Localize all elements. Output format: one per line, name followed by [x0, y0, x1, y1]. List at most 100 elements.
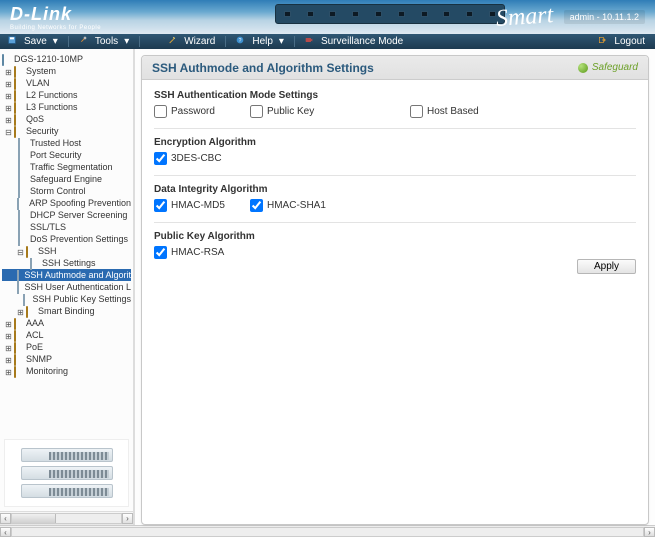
- page-icon: [18, 234, 20, 246]
- logout-button[interactable]: Logout: [598, 36, 655, 48]
- settings-panel: SSH Authmode and Algorithm Settings Safe…: [141, 55, 649, 525]
- tree-ssh-authmode[interactable]: SSH Authmode and Algorit: [2, 269, 131, 281]
- host-based-option[interactable]: Host Based: [410, 105, 506, 118]
- expand-icon[interactable]: ⊞: [4, 343, 13, 352]
- top-banner: D-Link Building Networks for People Smar…: [0, 0, 655, 34]
- tree-dos-prev[interactable]: DoS Prevention Settings: [2, 233, 131, 245]
- tree-trusted-host[interactable]: Trusted Host: [2, 137, 131, 149]
- tree-port-security[interactable]: Port Security: [2, 149, 131, 161]
- password-checkbox[interactable]: [154, 105, 167, 118]
- sidebar-hscrollbar[interactable]: ‹ ›: [0, 511, 133, 525]
- public-key-option[interactable]: Public Key: [250, 105, 410, 118]
- page-icon: [18, 186, 20, 198]
- hmac-sha1-checkbox[interactable]: [250, 199, 263, 212]
- caret-down-icon: ▾: [124, 36, 129, 47]
- wizard-button[interactable]: Wizard: [160, 34, 223, 49]
- expand-icon[interactable]: ⊞: [4, 115, 13, 124]
- save-menu[interactable]: Save ▾: [0, 34, 66, 49]
- expand-icon[interactable]: ⊞: [16, 307, 25, 316]
- apply-button[interactable]: Apply: [577, 259, 636, 274]
- tree-snmp[interactable]: ⊞ SNMP: [2, 353, 131, 365]
- tree-storm-control[interactable]: Storm Control: [2, 185, 131, 197]
- hmac-rsa-checkbox[interactable]: [154, 246, 167, 259]
- tree-qos[interactable]: ⊞ QoS: [2, 113, 131, 125]
- hmac-sha1-option[interactable]: HMAC-SHA1: [250, 199, 346, 212]
- camera-icon: [305, 36, 317, 48]
- tree-l3[interactable]: ⊞ L3 Functions: [2, 101, 131, 113]
- tree-dhcp-screening[interactable]: DHCP Server Screening: [2, 209, 131, 221]
- page-hscrollbar[interactable]: ‹ ›: [0, 525, 655, 537]
- tree-system[interactable]: ⊞ System: [2, 65, 131, 77]
- expand-icon[interactable]: ⊞: [4, 331, 13, 340]
- tree-ssh-settings[interactable]: SSH Settings: [2, 257, 131, 269]
- scroll-right-button[interactable]: ›: [644, 527, 655, 537]
- 3des-option[interactable]: 3DES-CBC: [154, 152, 250, 165]
- expand-icon[interactable]: ⊞: [4, 367, 13, 376]
- tree-ssl-tls[interactable]: SSL/TLS: [2, 221, 131, 233]
- wizard-label: Wizard: [184, 36, 215, 47]
- help-menu[interactable]: ? Help ▾: [228, 34, 292, 49]
- tree-monitoring[interactable]: ⊞ Monitoring: [2, 365, 131, 377]
- host-based-checkbox[interactable]: [410, 105, 423, 118]
- folder-icon: [14, 90, 16, 102]
- password-label: Password: [171, 106, 215, 117]
- tree-aaa[interactable]: ⊞ AAA: [2, 317, 131, 329]
- tree-ssh[interactable]: ⊟ SSH: [2, 245, 131, 257]
- page-icon: [18, 150, 20, 162]
- folder-icon: [14, 78, 16, 90]
- public-key-checkbox[interactable]: [250, 105, 263, 118]
- tree-poe[interactable]: ⊞ PoE: [2, 341, 131, 353]
- 3des-label: 3DES-CBC: [171, 153, 222, 164]
- 3des-checkbox[interactable]: [154, 152, 167, 165]
- expand-icon[interactable]: ⊞: [4, 67, 13, 76]
- hmac-rsa-option[interactable]: HMAC-RSA: [154, 246, 250, 259]
- expand-icon[interactable]: ⊞: [4, 79, 13, 88]
- folder-open-icon: [14, 126, 16, 138]
- tree-ssh-user-auth[interactable]: SSH User Authentication L: [2, 281, 131, 293]
- folder-icon: [14, 114, 16, 126]
- hmac-md5-checkbox[interactable]: [154, 199, 167, 212]
- caret-down-icon: ▾: [53, 36, 58, 47]
- collapse-icon[interactable]: ⊟: [16, 247, 25, 256]
- page-icon: [17, 282, 19, 294]
- collapse-icon[interactable]: ⊟: [4, 127, 13, 136]
- integrity-title: Data Integrity Algorithm: [154, 184, 636, 195]
- surveillance-label: Surveillance Mode: [321, 36, 403, 47]
- tree-arp-spoof[interactable]: ARP Spoofing Prevention: [2, 197, 131, 209]
- tools-menu[interactable]: Tools ▾: [71, 34, 137, 49]
- expand-icon[interactable]: ⊞: [4, 91, 13, 100]
- expand-icon[interactable]: ⊞: [4, 319, 13, 328]
- scroll-left-button[interactable]: ‹: [0, 527, 11, 537]
- logout-label: Logout: [614, 36, 645, 47]
- expand-icon[interactable]: ⊞: [4, 103, 13, 112]
- folder-icon: [14, 330, 16, 342]
- brand-tagline: Building Networks for People: [10, 25, 101, 31]
- tree-ssh-pubkey[interactable]: SSH Public Key Settings: [2, 293, 131, 305]
- save-icon: [8, 36, 20, 48]
- tree-vlan[interactable]: ⊞ VLAN: [2, 77, 131, 89]
- scroll-right-button[interactable]: ›: [122, 513, 133, 524]
- scrollbar-track[interactable]: [11, 513, 122, 524]
- nav-tree[interactable]: DGS-1210-10MP ⊞ System ⊞ VLAN ⊞ L2 Funct…: [0, 49, 133, 381]
- encryption-title: Encryption Algorithm: [154, 137, 636, 148]
- hmac-md5-option[interactable]: HMAC-MD5: [154, 199, 250, 212]
- tree-acl[interactable]: ⊞ ACL: [2, 329, 131, 341]
- tree-l2[interactable]: ⊞ L2 Functions: [2, 89, 131, 101]
- tree-safeguard-engine[interactable]: Safeguard Engine: [2, 173, 131, 185]
- scrollbar-thumb[interactable]: [12, 514, 56, 523]
- wizard-icon: [168, 36, 180, 48]
- tree-root[interactable]: DGS-1210-10MP: [2, 53, 131, 65]
- safeguard-dot-icon: [578, 63, 588, 73]
- scroll-left-button[interactable]: ‹: [0, 513, 11, 524]
- password-option[interactable]: Password: [154, 105, 250, 118]
- tree-traffic-seg[interactable]: Traffic Segmentation: [2, 161, 131, 173]
- expand-icon[interactable]: ⊞: [4, 355, 13, 364]
- tools-label: Tools: [95, 36, 118, 47]
- tools-icon: [79, 36, 91, 48]
- scrollbar-track[interactable]: [11, 527, 644, 537]
- tree-smart-binding[interactable]: ⊞ Smart Binding: [2, 305, 131, 317]
- surveillance-button[interactable]: Surveillance Mode: [297, 34, 411, 49]
- tree-security[interactable]: ⊟ Security: [2, 125, 131, 137]
- pubkey-algo-title: Public Key Algorithm: [154, 231, 636, 242]
- hmac-md5-label: HMAC-MD5: [171, 200, 225, 211]
